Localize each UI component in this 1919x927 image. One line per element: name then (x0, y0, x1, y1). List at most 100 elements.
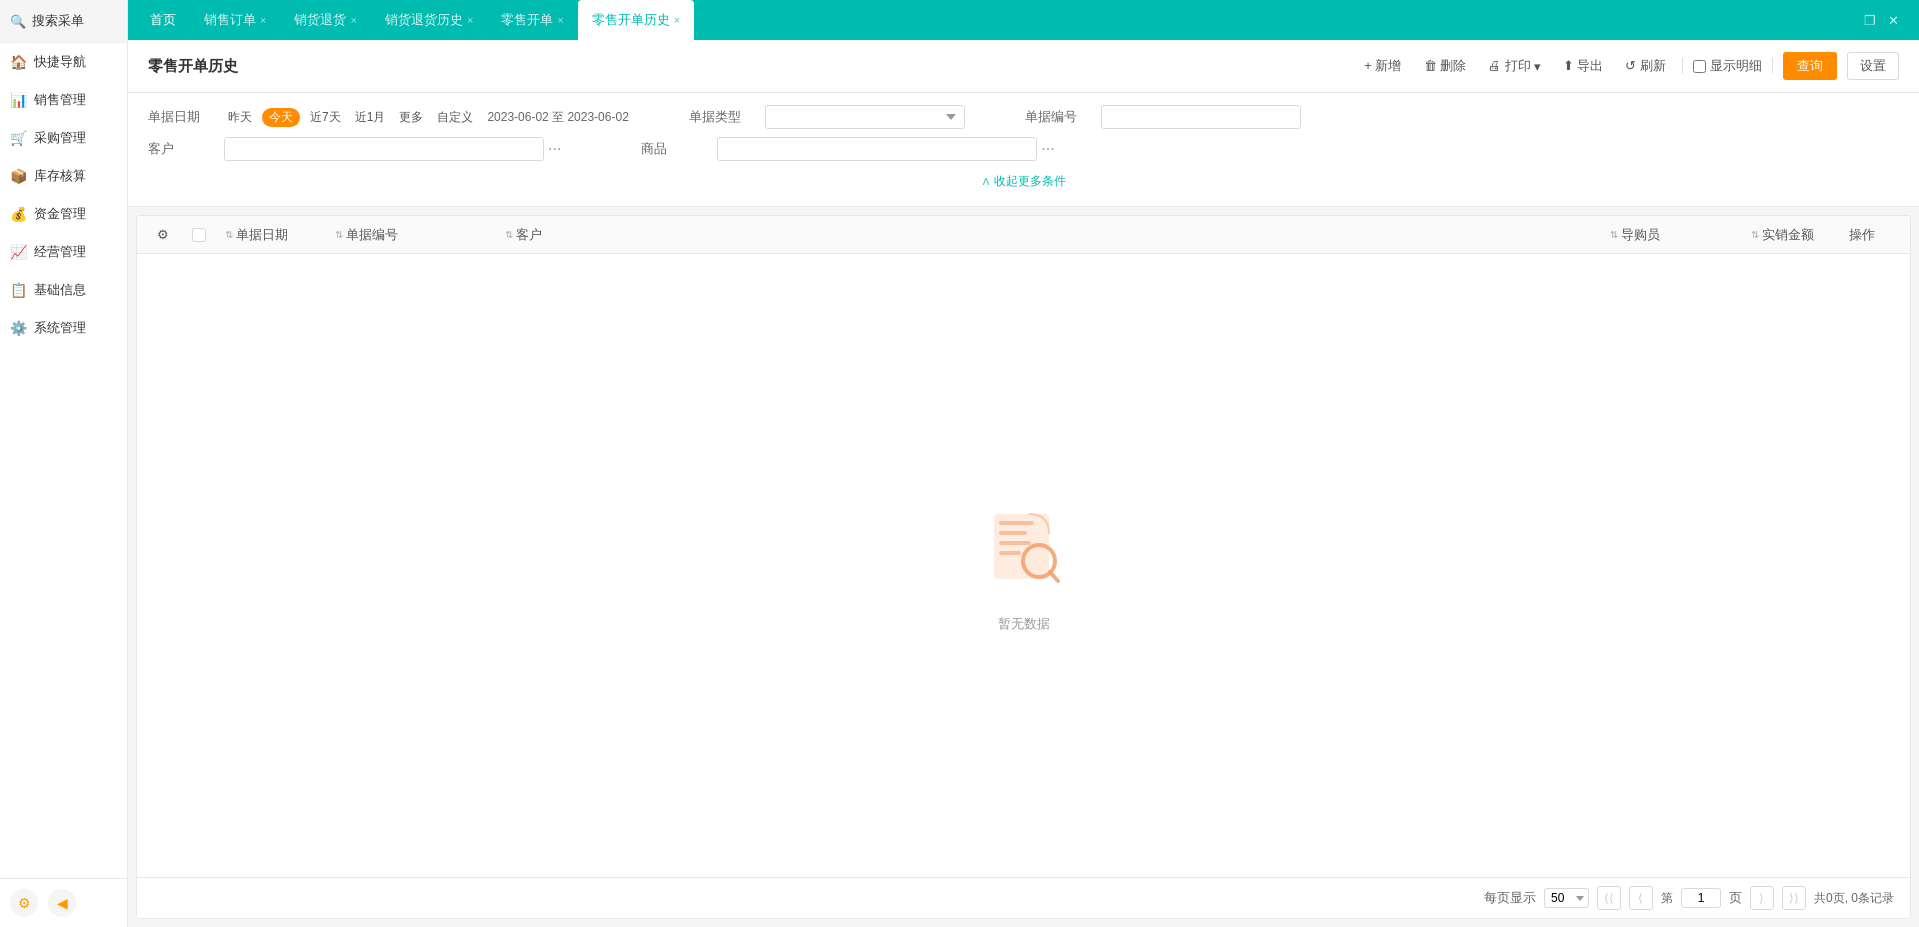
sidebar-item-sales-mgmt[interactable]: 📊 销售管理 (0, 81, 127, 119)
goods-picker-btn[interactable]: ··· (1041, 141, 1054, 157)
toolbar: + 新增 🗑 删除 🖨 打印 ▾ ⬆ 导出 ↺ 刷新 显 (1358, 52, 1899, 80)
table-column-date: ⇅ 单据日期 (217, 226, 327, 244)
goods-input-container: ··· (717, 137, 1054, 161)
next-page-button[interactable]: ⟩ (1750, 886, 1774, 910)
query-button[interactable]: 查询 (1783, 52, 1837, 80)
svg-line-7 (1050, 572, 1058, 581)
toolbar-divider (1682, 58, 1683, 74)
sidebar-item-business-mgmt[interactable]: 📈 经营管理 (0, 233, 127, 271)
close-tab-sales-return-history[interactable]: × (467, 14, 473, 26)
display-detail-checkbox[interactable] (1693, 60, 1706, 73)
close-tab-retail-open[interactable]: × (557, 14, 563, 26)
sidebar-search[interactable]: 🔍 搜索采单 (0, 0, 127, 43)
date-range-display: 2023-06-02 至 2023-06-02 (487, 109, 628, 126)
finance-icon: 💰 (10, 206, 26, 222)
empty-text: 暂无数据 (998, 615, 1050, 633)
add-button[interactable]: + 新增 (1358, 54, 1407, 78)
search-icon: 🔍 (10, 14, 26, 29)
top-nav: 首页 销售订单 × 销货退货 × 销货退货历史 × 零售开单 × 零售开单历史 … (128, 0, 1919, 40)
close-tab-retail-open-history[interactable]: × (674, 14, 680, 26)
date-btn-yesterday[interactable]: 昨天 (224, 108, 256, 127)
close-tab-sales-order[interactable]: × (260, 14, 266, 26)
date-btn-7days[interactable]: 近7天 (306, 108, 345, 127)
main-area: 首页 销售订单 × 销货退货 × 销货退货历史 × 零售开单 × 零售开单历史 … (128, 0, 1919, 927)
sidebar-item-quick-nav[interactable]: 🏠 快捷导航 (0, 43, 127, 81)
sidebar-item-label: 资金管理 (34, 205, 86, 223)
page-size-select[interactable]: 50 10 20 100 (1544, 888, 1589, 908)
collapse-sidebar-button[interactable]: ◀ (48, 889, 76, 917)
customer-picker-btn[interactable]: ··· (548, 141, 561, 157)
tab-sales-return[interactable]: 销货退货 × (280, 0, 370, 40)
sort-amount-icon[interactable]: ⇅ (1751, 229, 1759, 240)
date-btn-today[interactable]: 今天 (262, 108, 300, 127)
settings-button[interactable]: 设置 (1847, 52, 1899, 80)
goods-input[interactable] (717, 137, 1037, 161)
export-button[interactable]: ⬆ 导出 (1557, 54, 1610, 78)
date-filter-label: 单据日期 (148, 108, 204, 126)
display-detail-toggle[interactable]: 显示明细 (1693, 57, 1762, 75)
collapse-filter-button[interactable]: ∧ 收起更多条件 (148, 169, 1899, 194)
page-suffix: 页 (1729, 889, 1742, 907)
date-btn-custom[interactable]: 自定义 (433, 108, 477, 127)
customer-input[interactable] (224, 137, 544, 161)
page-title: 零售开单历史 (148, 57, 238, 76)
sidebar-item-system-mgmt[interactable]: ⚙️ 系统管理 (0, 309, 127, 347)
type-filter-label: 单据类型 (689, 108, 745, 126)
sort-salesperson-icon[interactable]: ⇅ (1610, 229, 1618, 240)
print-dropdown-arrow[interactable]: ▾ (1534, 59, 1541, 74)
table-column-action: 操作 (1822, 226, 1902, 244)
sort-order-no-icon[interactable]: ⇅ (335, 229, 343, 240)
delete-button[interactable]: 🗑 删除 (1418, 54, 1473, 78)
inventory-icon: 📦 (10, 168, 26, 184)
tab-sales-order[interactable]: 销售订单 × (190, 0, 280, 40)
table-column-settings[interactable]: ⚙ (145, 227, 181, 242)
sidebar-item-inventory[interactable]: 📦 库存核算 (0, 157, 127, 195)
last-page-button[interactable]: ⟩⟩ (1782, 886, 1806, 910)
sidebar-item-label: 库存核算 (34, 167, 86, 185)
goods-filter-label: 商品 (641, 140, 697, 158)
order-no-filter-label: 单据编号 (1025, 108, 1081, 126)
sidebar-item-purchase-mgmt[interactable]: 🛒 采购管理 (0, 119, 127, 157)
sidebar-item-label: 系统管理 (34, 319, 86, 337)
home-icon: 🏠 (10, 54, 26, 70)
filter-row-1: 单据日期 昨天 今天 近7天 近1月 更多 自定义 2023-06-02 至 2… (148, 105, 1899, 129)
window-close-button[interactable]: ✕ (1884, 11, 1903, 30)
tab-sales-return-history[interactable]: 销货退货历史 × (371, 0, 487, 40)
svg-rect-3 (999, 541, 1031, 545)
sort-customer-icon[interactable]: ⇅ (505, 229, 513, 240)
toolbar-divider-2 (1772, 58, 1773, 74)
svg-rect-4 (999, 551, 1021, 555)
empty-icon (974, 499, 1074, 599)
first-page-button[interactable]: ⟨⟨ (1597, 886, 1621, 910)
sidebar-item-label: 经营管理 (34, 243, 86, 261)
sidebar-item-label: 快捷导航 (34, 53, 86, 71)
type-filter-select[interactable] (765, 105, 965, 129)
sidebar-item-finance[interactable]: 💰 资金管理 (0, 195, 127, 233)
content-area: 零售开单历史 + 新增 🗑 删除 🖨 打印 ▾ ⬆ 导出 ↺ 刷新 (128, 40, 1919, 927)
date-btn-1month[interactable]: 近1月 (351, 108, 390, 127)
tab-home[interactable]: 首页 (136, 0, 190, 40)
select-all-checkbox[interactable] (192, 228, 206, 242)
refresh-button[interactable]: ↺ 刷新 (1619, 54, 1672, 78)
tab-retail-open[interactable]: 零售开单 × (487, 0, 577, 40)
sidebar-item-label: 采购管理 (34, 129, 86, 147)
settings-bottom-icon[interactable]: ⚙ (10, 889, 38, 917)
window-restore-button[interactable]: ❐ (1860, 11, 1880, 30)
prev-page-button[interactable]: ⟨ (1629, 886, 1653, 910)
empty-state: 暂无数据 (137, 254, 1910, 877)
close-tab-sales-return[interactable]: × (350, 14, 356, 26)
sidebar-item-basic-info[interactable]: 📋 基础信息 (0, 271, 127, 309)
tab-retail-open-history[interactable]: 零售开单历史 × (578, 0, 694, 40)
print-button[interactable]: 🖨 打印 ▾ (1482, 54, 1547, 78)
page-number-input[interactable] (1681, 888, 1721, 908)
table-column-customer: ⇅ 客户 (497, 226, 1602, 244)
date-btn-more[interactable]: 更多 (395, 108, 427, 127)
sidebar-item-label: 基础信息 (34, 281, 86, 299)
table-column-checkbox[interactable] (181, 228, 217, 242)
order-no-input[interactable] (1101, 105, 1301, 129)
sort-date-icon[interactable]: ⇅ (225, 229, 233, 240)
sidebar-bottom: ⚙ ◀ (0, 878, 127, 927)
svg-point-6 (1029, 551, 1049, 571)
table-header: ⚙ ⇅ 单据日期 ⇅ 单据编号 ⇅ 客户 ⇅ 导购员 (137, 216, 1910, 254)
table-column-salesperson: ⇅ 导购员 (1602, 226, 1702, 244)
